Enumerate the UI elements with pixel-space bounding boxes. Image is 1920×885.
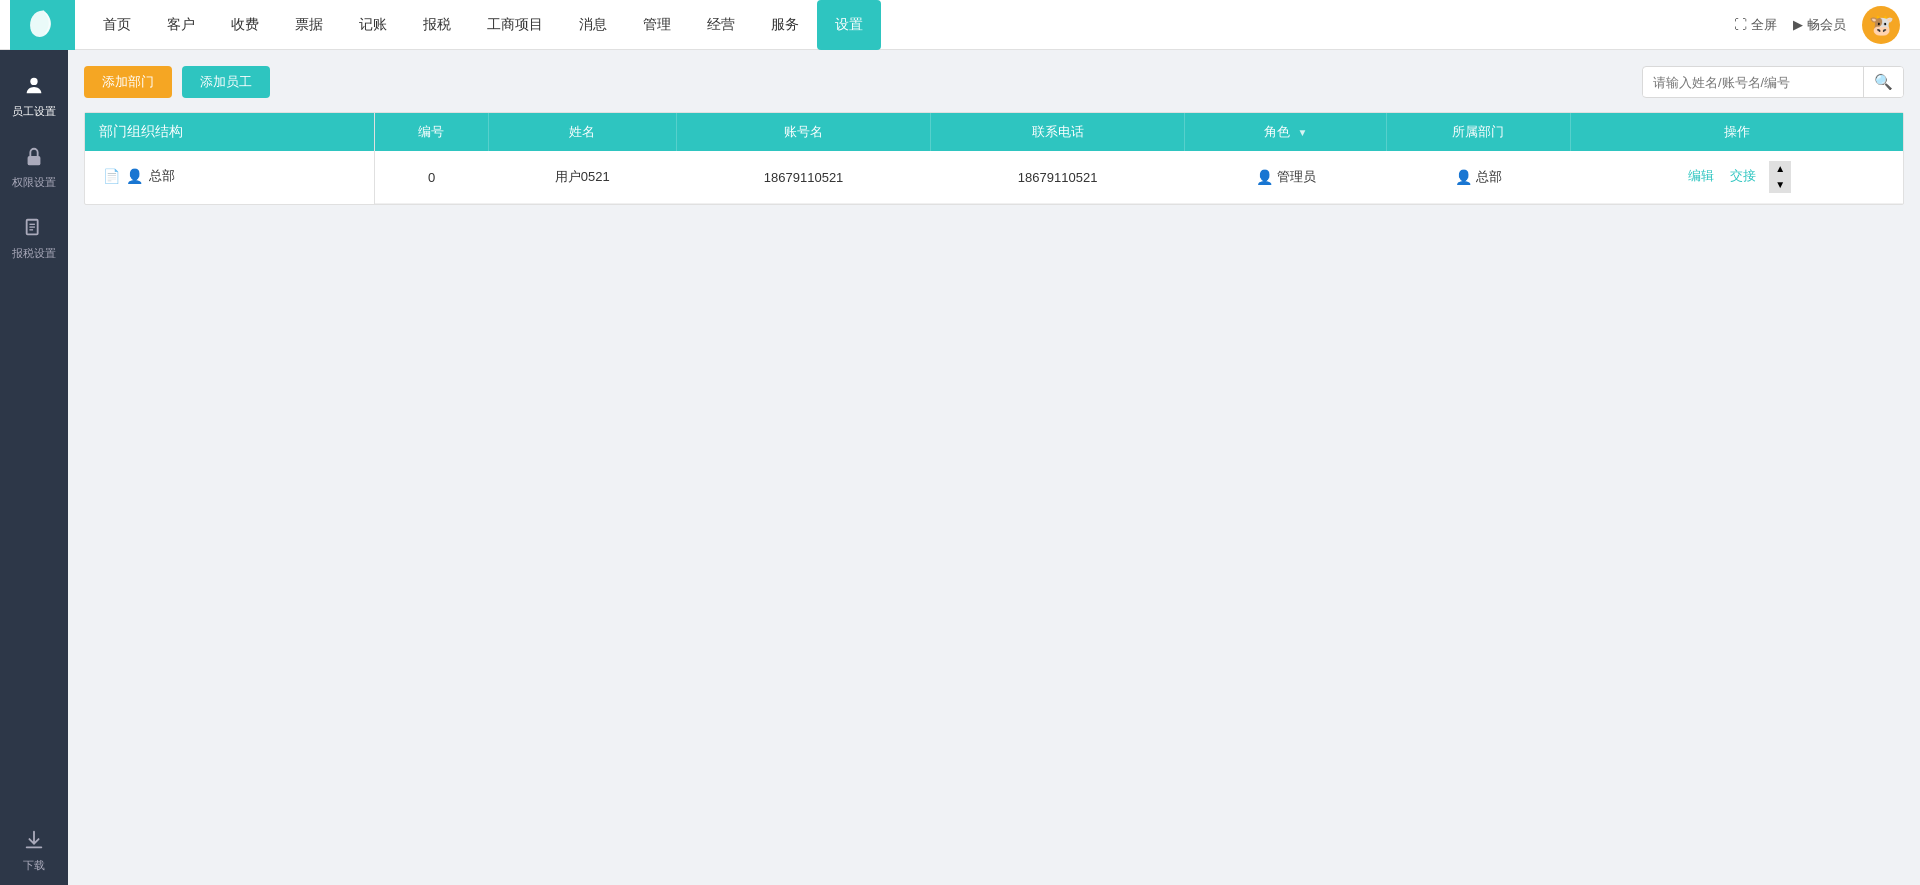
employee-table: 编号 姓名 账号名 联系电话 角色 ▼ 所属部门 操作 (375, 113, 1903, 204)
nav-item-operation[interactable]: 经营 (689, 0, 753, 50)
sidebar-item-tax-settings[interactable]: 报税设置 (0, 202, 68, 273)
search-box: 🔍 (1642, 66, 1904, 98)
table-row: 0 用户0521 18679110521 18679110521 👤 管理员 (375, 151, 1903, 204)
search-input[interactable] (1643, 69, 1863, 96)
col-header-id: 编号 (375, 113, 488, 151)
cell-dept: 👤 总部 (1387, 151, 1570, 204)
sidebar: 员工设置 权限设置 报税设置 下载 (0, 50, 68, 885)
download-icon (20, 826, 48, 854)
toolbar: 添加部门 添加员工 🔍 (84, 66, 1904, 98)
panel-layout: 部门组织结构 📄 👤 总部 编号 姓名 账号名 (84, 112, 1904, 205)
scroll-up-arrow[interactable]: ▲ (1769, 161, 1791, 177)
table-header: 编号 姓名 账号名 联系电话 角色 ▼ 所属部门 操作 (375, 113, 1903, 151)
fullscreen-button[interactable]: ⛶ 全屏 (1734, 16, 1777, 34)
lock-icon (20, 143, 48, 171)
add-emp-button[interactable]: 添加员工 (182, 66, 270, 98)
sidebar-item-permissions-label: 权限设置 (12, 175, 56, 190)
employee-table-panel: 编号 姓名 账号名 联系电话 角色 ▼ 所属部门 操作 (375, 113, 1903, 204)
nav-item-settings[interactable]: 设置 (817, 0, 881, 50)
cell-phone: 18679110521 (931, 151, 1185, 204)
dept-panel-header: 部门组织结构 (85, 113, 374, 151)
vip-icon: ▶ (1793, 17, 1803, 32)
sidebar-item-employee-label: 员工设置 (12, 104, 56, 119)
main-layout: 员工设置 权限设置 报税设置 下载 添加部门 添加员工 (0, 50, 1920, 885)
dept-label: 总部 (1476, 168, 1502, 186)
dept-panel: 部门组织结构 📄 👤 总部 (85, 113, 375, 204)
nav-item-invoice[interactable]: 票据 (277, 0, 341, 50)
cell-actions: 编辑 交接 ▲ ▼ (1570, 151, 1903, 204)
cell-name: 用户0521 (488, 151, 677, 204)
search-button[interactable]: 🔍 (1863, 67, 1903, 97)
sidebar-item-tax-label: 报税设置 (12, 246, 56, 261)
role-badge: 👤 管理员 (1256, 168, 1316, 186)
scroll-down-arrow[interactable]: ▼ (1769, 177, 1791, 193)
edit-link[interactable]: 编辑 (1688, 168, 1714, 183)
nav-item-tax[interactable]: 报税 (405, 0, 469, 50)
nav-item-service[interactable]: 服务 (753, 0, 817, 50)
nav-item-business[interactable]: 工商项目 (469, 0, 561, 50)
nav-items: 首页 客户 收费 票据 记账 报税 工商项目 消息 管理 经营 服务 设置 (75, 0, 1734, 50)
role-user-icon: 👤 (1256, 169, 1273, 185)
logo[interactable] (10, 0, 75, 50)
scroll-arrows: ▲ ▼ (1769, 161, 1791, 193)
nav-item-message[interactable]: 消息 (561, 0, 625, 50)
dept-user-icon: 👤 (126, 168, 143, 184)
table-body: 0 用户0521 18679110521 18679110521 👤 管理员 (375, 151, 1903, 204)
fullscreen-label: 全屏 (1751, 16, 1777, 34)
avatar[interactable]: 🐮 (1862, 6, 1900, 44)
top-navigation: 首页 客户 收费 票据 记账 报税 工商项目 消息 管理 经营 服务 设置 ⛶ … (0, 0, 1920, 50)
dept-tree-item-general[interactable]: 📄 👤 总部 (95, 161, 364, 191)
dept-tree: 📄 👤 总部 (85, 151, 374, 201)
dept-badge: 👤 总部 (1455, 168, 1502, 186)
nav-item-billing[interactable]: 收费 (213, 0, 277, 50)
col-header-name: 姓名 (488, 113, 677, 151)
cell-id: 0 (375, 151, 488, 204)
cell-role: 👤 管理员 (1185, 151, 1387, 204)
nav-item-client[interactable]: 客户 (149, 0, 213, 50)
role-label: 管理员 (1277, 168, 1316, 186)
add-dept-button[interactable]: 添加部门 (84, 66, 172, 98)
report-icon (20, 214, 48, 242)
col-header-account: 账号名 (677, 113, 931, 151)
svg-point-0 (30, 78, 37, 85)
fullscreen-icon: ⛶ (1734, 17, 1747, 32)
nav-item-accounting[interactable]: 记账 (341, 0, 405, 50)
col-header-action: 操作 (1570, 113, 1903, 151)
col-header-dept: 所属部门 (1387, 113, 1570, 151)
sidebar-item-permissions[interactable]: 权限设置 (0, 131, 68, 202)
svg-rect-1 (28, 156, 41, 165)
dept-user-icon: 👤 (1455, 169, 1472, 185)
vip-label: 畅会员 (1807, 16, 1846, 34)
file-icon: 📄 (103, 168, 120, 184)
cell-account: 18679110521 (677, 151, 931, 204)
transfer-link[interactable]: 交接 (1730, 168, 1756, 183)
sidebar-item-employee[interactable]: 员工设置 (0, 60, 68, 131)
nav-item-manage[interactable]: 管理 (625, 0, 689, 50)
sidebar-download-label: 下载 (23, 858, 45, 873)
sidebar-item-download[interactable]: 下载 (0, 814, 68, 885)
person-icon (20, 72, 48, 100)
nav-right: ⛶ 全屏 ▶ 畅会员 🐮 (1734, 6, 1910, 44)
filter-icon: ▼ (1298, 127, 1308, 138)
main-content: 添加部门 添加员工 🔍 部门组织结构 📄 👤 总部 (68, 50, 1920, 885)
nav-item-home[interactable]: 首页 (85, 0, 149, 50)
dept-name-general: 总部 (149, 167, 175, 185)
vip-button[interactable]: ▶ 畅会员 (1793, 16, 1846, 34)
col-header-role[interactable]: 角色 ▼ (1185, 113, 1387, 151)
col-header-phone: 联系电话 (931, 113, 1185, 151)
